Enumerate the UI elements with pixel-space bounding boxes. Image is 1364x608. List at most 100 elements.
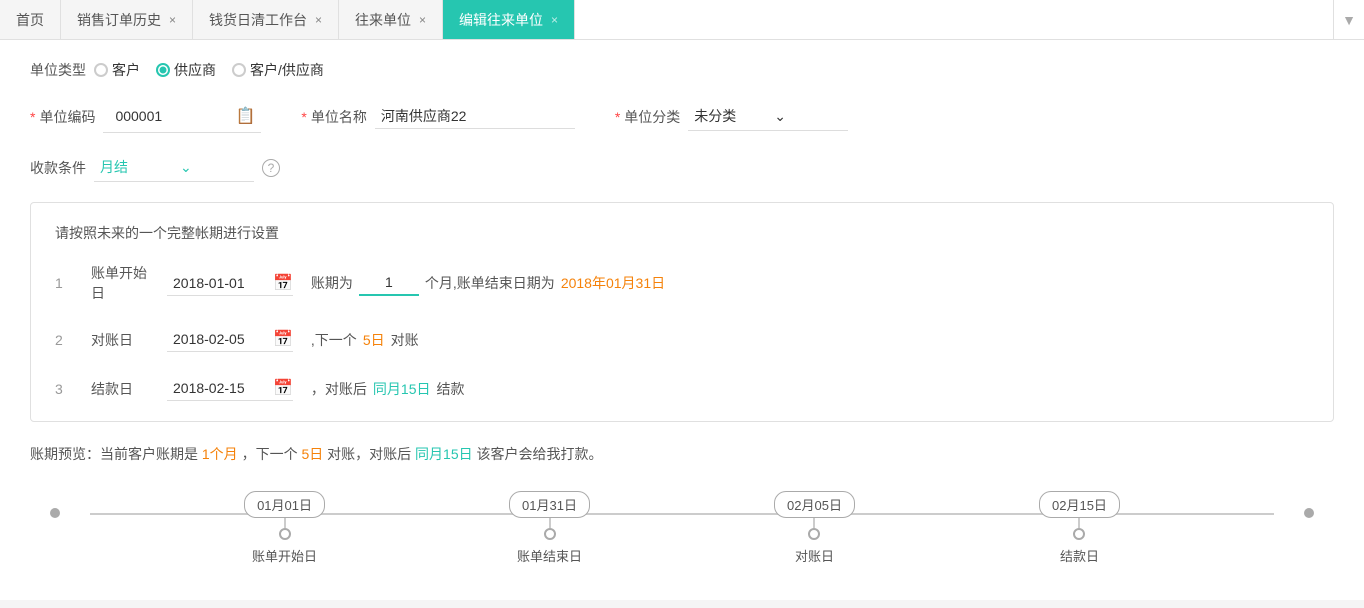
period-num-3: 3 bbox=[55, 381, 75, 397]
period-row2-suffix-post: 对账 bbox=[391, 330, 419, 350]
unit-code-input-wrapper: 📋 bbox=[103, 100, 261, 133]
unit-class-dropdown[interactable]: 未分类 ⌄ bbox=[688, 102, 848, 131]
tab-sales-order-label: 销售订单历史 bbox=[77, 10, 161, 30]
timeline-point-4: 02月15日 结款日 bbox=[1039, 491, 1120, 565]
period-box-title: 请按照未来的一个完整帐期进行设置 bbox=[55, 223, 1309, 243]
period-label-1: 账单开始日 bbox=[91, 263, 151, 303]
radio-both-label: 客户/供应商 bbox=[250, 60, 324, 80]
period-date-field-3[interactable] bbox=[167, 376, 267, 400]
period-unit-text: 个月,账单结束日期为 bbox=[425, 273, 555, 293]
preview-part2: ，下一个 bbox=[242, 446, 298, 462]
radio-both-circle bbox=[232, 63, 246, 77]
timeline-dot-4 bbox=[1073, 528, 1085, 540]
timeline-label-4: 结款日 bbox=[1060, 546, 1099, 565]
preview-text: 账期预览：当前客户账期是 1个月 ，下一个 5日 对账，对账后 同月15日 该客… bbox=[30, 442, 1334, 467]
timeline-end-dot bbox=[1304, 508, 1314, 518]
period-calendar-icon-3[interactable]: 📅 bbox=[273, 378, 293, 398]
unit-code-group: * 单位编码 📋 bbox=[30, 100, 261, 133]
radio-customer-circle bbox=[94, 63, 108, 77]
unit-name-star: * bbox=[301, 109, 306, 125]
period-date-input-1: 📅 bbox=[167, 271, 293, 296]
unit-name-group: * 单位名称 bbox=[301, 104, 574, 129]
timeline-dot-1 bbox=[279, 528, 291, 540]
timeline-label-3: 对账日 bbox=[795, 546, 834, 565]
tab-sales-order-close[interactable]: × bbox=[169, 13, 176, 27]
timeline-badge-4: 02月15日 bbox=[1039, 491, 1120, 518]
unit-name-input[interactable] bbox=[375, 104, 575, 129]
period-settings-box: 请按照未来的一个完整帐期进行设置 1 账单开始日 📅 账期为 个月,账单结束日期… bbox=[30, 202, 1334, 422]
unit-type-row: 单位类型 客户 供应商 客户/供应商 bbox=[30, 60, 1334, 80]
period-num-2: 2 bbox=[55, 332, 75, 348]
payment-condition-help-icon[interactable]: ? bbox=[262, 159, 280, 177]
unit-code-calendar-icon[interactable]: 📋 bbox=[235, 106, 255, 126]
unit-info-row: * 单位编码 📋 * 单位名称 * 单位分类 未分类 ⌄ bbox=[30, 100, 1334, 133]
main-content: 单位类型 客户 供应商 客户/供应商 * 单位编码 📋 bbox=[0, 40, 1364, 600]
payment-condition-arrow-icon[interactable]: ⌄ bbox=[174, 155, 254, 180]
period-label-3: 结款日 bbox=[91, 379, 151, 399]
preview-prefix: 账期预览：当前客户账期是 bbox=[30, 446, 198, 462]
preview-suffix: 该客户会给我打款。 bbox=[477, 446, 603, 462]
unit-class-star: * bbox=[615, 109, 620, 125]
timeline-badge-3: 02月05日 bbox=[774, 491, 855, 518]
timeline-point-2: 01月31日 账单结束日 bbox=[509, 491, 590, 565]
tab-partner-unit-close[interactable]: × bbox=[419, 13, 426, 27]
period-calendar-icon-2[interactable]: 📅 bbox=[273, 329, 293, 349]
tab-cash-work-label: 钱货日清工作台 bbox=[209, 10, 307, 30]
period-months-input[interactable] bbox=[359, 270, 419, 296]
timeline-point-1: 01月01日 账单开始日 bbox=[244, 491, 325, 565]
period-date-input-3: 📅 bbox=[167, 376, 293, 401]
tab-edit-partner[interactable]: 编辑往来单位 × bbox=[443, 0, 575, 39]
tab-cash-work-close[interactable]: × bbox=[315, 13, 322, 27]
period-num-1: 1 bbox=[55, 275, 75, 291]
timeline-connector-3 bbox=[813, 518, 815, 528]
period-row2-highlight: 5日 bbox=[363, 330, 385, 350]
tab-partner-unit-label: 往来单位 bbox=[355, 10, 411, 30]
tab-bar: 首页 销售订单历史 × 钱货日清工作台 × 往来单位 × 编辑往来单位 × ▼ bbox=[0, 0, 1364, 40]
period-months-group bbox=[359, 270, 419, 296]
unit-class-value: 未分类 bbox=[688, 102, 768, 130]
tab-edit-partner-label: 编辑往来单位 bbox=[459, 10, 543, 30]
preview-part4: 对账，对账后 bbox=[327, 446, 411, 462]
preview-part5: 同月15日 bbox=[415, 446, 473, 462]
tab-sales-order[interactable]: 销售订单历史 × bbox=[61, 0, 193, 39]
tab-edit-partner-close[interactable]: × bbox=[551, 13, 558, 27]
radio-customer[interactable]: 客户 bbox=[94, 60, 140, 80]
timeline-point-3: 02月05日 对账日 bbox=[774, 491, 855, 565]
tab-expand-button[interactable]: ▼ bbox=[1333, 0, 1364, 39]
period-label-period: 账期为 bbox=[311, 273, 353, 293]
timeline-items: 01月01日 账单开始日 01月31日 账单结束日 02月05日 对账日 bbox=[50, 491, 1314, 565]
tab-cash-work[interactable]: 钱货日清工作台 × bbox=[193, 0, 339, 39]
timeline-label-2: 账单结束日 bbox=[517, 546, 582, 565]
payment-condition-value: 月结 bbox=[94, 153, 174, 181]
unit-name-label: 单位名称 bbox=[311, 107, 367, 127]
timeline-dot-3 bbox=[808, 528, 820, 540]
payment-condition-dropdown[interactable]: 月结 ⌄ bbox=[94, 153, 254, 182]
radio-supplier[interactable]: 供应商 bbox=[156, 60, 216, 80]
radio-both[interactable]: 客户/供应商 bbox=[232, 60, 324, 80]
period-end-date-highlight: 2018年01月31日 bbox=[561, 273, 665, 293]
unit-class-group: * 单位分类 未分类 ⌄ bbox=[615, 102, 848, 131]
period-row3-suffix-pre: ，对账后 bbox=[311, 379, 367, 399]
payment-condition-row: 收款条件 月结 ⌄ ? bbox=[30, 153, 1334, 182]
timeline-right-end-dot bbox=[1304, 508, 1314, 518]
unit-class-arrow-icon[interactable]: ⌄ bbox=[768, 104, 848, 129]
unit-code-label: 单位编码 bbox=[39, 107, 95, 127]
tab-home[interactable]: 首页 bbox=[0, 0, 61, 39]
tab-home-label: 首页 bbox=[16, 10, 44, 30]
period-row-3: 3 结款日 📅 ，对账后 同月15日 结款 bbox=[55, 376, 1309, 401]
timeline-connector-4 bbox=[1078, 518, 1080, 528]
timeline-connector-1 bbox=[284, 518, 286, 528]
period-calendar-icon-1[interactable]: 📅 bbox=[273, 273, 293, 293]
period-date-field-2[interactable] bbox=[167, 327, 267, 351]
unit-code-input[interactable] bbox=[109, 104, 229, 128]
period-row-2: 2 对账日 📅 ,下一个 5日 对账 bbox=[55, 327, 1309, 352]
radio-supplier-circle bbox=[156, 63, 170, 77]
period-date-field-1[interactable] bbox=[167, 271, 267, 295]
unit-type-label: 单位类型 bbox=[30, 60, 86, 80]
tab-partner-unit[interactable]: 往来单位 × bbox=[339, 0, 443, 39]
period-date-input-2: 📅 bbox=[167, 327, 293, 352]
timeline-badge-2: 01月31日 bbox=[509, 491, 590, 518]
payment-condition-label: 收款条件 bbox=[30, 158, 86, 178]
period-row3-highlight: 同月15日 bbox=[373, 379, 431, 399]
period-label-2: 对账日 bbox=[91, 330, 151, 350]
